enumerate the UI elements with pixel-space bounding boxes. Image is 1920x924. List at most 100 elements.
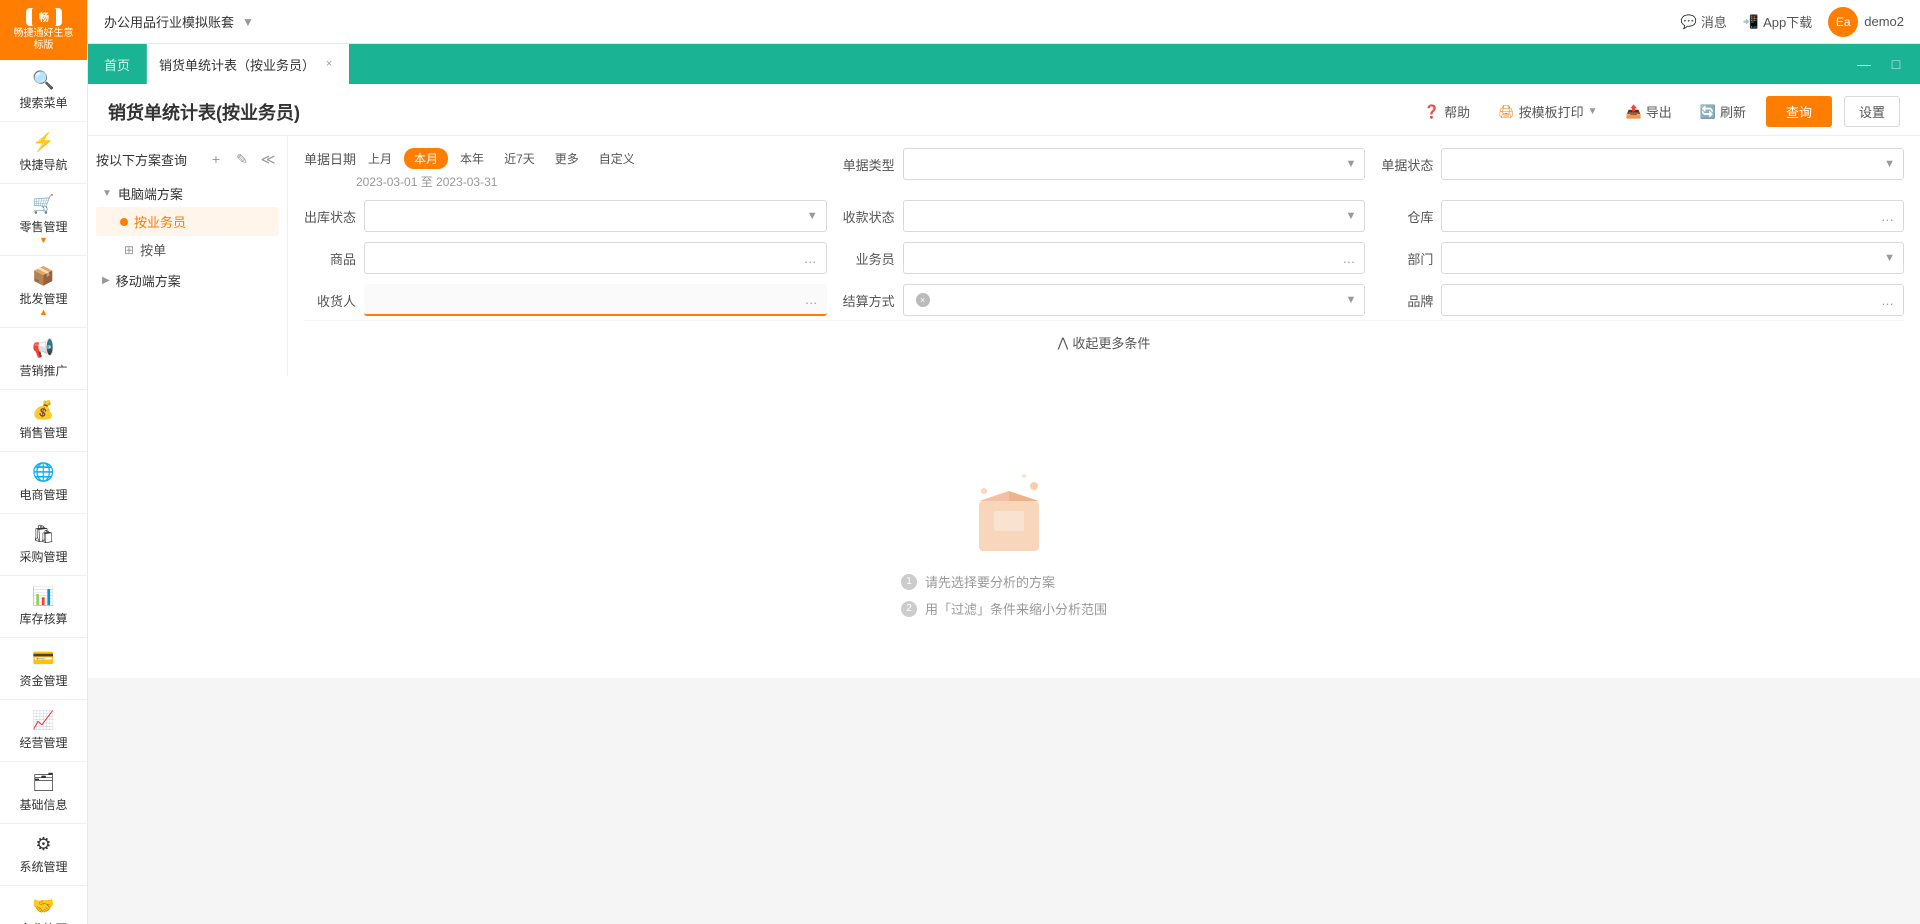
consignee-dots: … (805, 292, 819, 307)
doc-type-row: 单据类型 ▼ (843, 148, 1366, 180)
warehouse-select[interactable]: … (1441, 200, 1904, 232)
date-tab-custom[interactable]: 自定义 (591, 148, 643, 169)
warehouse-row: 仓库 … (1381, 200, 1904, 232)
department-arrow: ▼ (1884, 252, 1895, 264)
page-title-bar: 销货单统计表(按业务员) ❓ 帮助 🖨 按模板打印 ▼ 📤 导出 (88, 84, 1920, 136)
page-actions: ❓ 帮助 🖨 按模板打印 ▼ 📤 导出 🔄 刷新 (1416, 96, 1900, 127)
empty-state: 1 请先选择要分析的方案 2 用「过滤」条件来缩小分析范围 (88, 376, 1920, 678)
page-content: 销货单统计表(按业务员) ❓ 帮助 🖨 按模板打印 ▼ 📤 导出 (88, 84, 1920, 924)
out-status-arrow: ▼ (807, 210, 818, 222)
department-select[interactable]: ▼ (1441, 242, 1904, 274)
edit-scheme-button[interactable]: ✎ (231, 148, 253, 170)
sidebar-item-marketing[interactable]: 📢 营销推广 (0, 328, 87, 390)
left-panel: 按以下方案查询 + ✎ ≪ ▼ 电脑端方案 (88, 136, 288, 376)
avatar: Ea (1828, 7, 1858, 37)
receipt-status-arrow: ▼ (1345, 210, 1356, 222)
system-icon: ⚙ (35, 834, 51, 855)
tab-maximize-button[interactable]: □ (1884, 52, 1908, 76)
sidebar-item-wholesale[interactable]: 📦 批发管理 ▲ (0, 256, 87, 328)
scheme-item-salesperson[interactable]: 按业务员 (96, 207, 279, 236)
print-label: 按模板打印 (1519, 102, 1584, 121)
tab-home[interactable]: 首页 (88, 44, 147, 84)
out-status-select[interactable]: ▼ (364, 200, 827, 232)
sidebar-item-system[interactable]: ⚙ 系统管理 (0, 824, 87, 886)
print-button[interactable]: 🖨 按模板打印 ▼ (1490, 98, 1605, 125)
settlement-label: 结算方式 (843, 291, 895, 310)
goods-row: 商品 … (304, 242, 827, 274)
goods-select[interactable]: … (364, 242, 827, 274)
collapse-up-icon: ⋀ (1058, 335, 1069, 351)
sidebar-item-purchase[interactable]: 🛍 采购管理 (0, 514, 87, 576)
help-label: 帮助 (1444, 102, 1470, 121)
receipt-status-select[interactable]: ▼ (903, 200, 1366, 232)
settlement-arrow: ▼ (1345, 294, 1356, 306)
marketing-icon: 📢 (32, 338, 54, 359)
date-tab-more[interactable]: 更多 (547, 148, 587, 169)
filter-row-2: 出库状态 ▼ 收款状态 ▼ 仓库 (304, 200, 1904, 232)
empty-tips: 1 请先选择要分析的方案 2 用「过滤」条件来缩小分析范围 (901, 572, 1107, 618)
date-filter-cell: 单据日期 上月 本月 本年 近7天 更多 自定义 2023 (304, 148, 827, 190)
doc-status-select[interactable]: ▼ (1441, 148, 1904, 180)
date-tab-thisyear[interactable]: 本年 (452, 148, 492, 169)
desktop-group-label[interactable]: ▼ 电脑端方案 (96, 180, 279, 207)
date-tab-thismonth[interactable]: 本月 (404, 148, 448, 169)
consignee-input[interactable]: … (364, 284, 827, 316)
date-tab-7days[interactable]: 近7天 (496, 148, 543, 169)
collapse-button[interactable]: ⋀ 收起更多条件 (1046, 329, 1163, 356)
desktop-group-text: 电脑端方案 (118, 184, 183, 203)
collapse-panel-button[interactable]: ≪ (257, 148, 279, 170)
brand-select[interactable]: … (1441, 284, 1904, 316)
setting-button[interactable]: 设置 (1844, 96, 1900, 127)
export-button[interactable]: 📤 导出 (1618, 98, 1680, 125)
app-download-button[interactable]: 📲 App下载 (1743, 12, 1812, 31)
date-label: 单据日期 (304, 149, 356, 168)
sidebar-item-inventory[interactable]: 📊 库存核算 (0, 576, 87, 638)
doc-type-label: 单据类型 (843, 155, 895, 174)
doc-status-row: 单据状态 ▼ (1381, 148, 1904, 180)
date-tab-lastmonth[interactable]: 上月 (360, 148, 400, 169)
sidebar-item-ecommerce[interactable]: 🌐 电商管理 (0, 452, 87, 514)
goods-label: 商品 (304, 249, 356, 268)
mobile-group-label[interactable]: ▶ 移动端方案 (96, 267, 279, 294)
sidebar-item-quicknav[interactable]: ⚡ 快捷导航 (0, 122, 87, 184)
tab-close-button[interactable]: × (321, 56, 337, 72)
basic-icon: 🗂 (32, 772, 55, 793)
salesperson-select[interactable]: … (903, 242, 1366, 274)
print-dropdown-icon[interactable]: ▼ (1588, 106, 1598, 117)
message-button[interactable]: 💬 消息 (1681, 12, 1727, 31)
department-label: 部门 (1381, 249, 1433, 268)
scheme-sub-order[interactable]: ⊞ 按单 (96, 236, 279, 263)
sidebar-item-retail[interactable]: 🛒 零售管理 ▼ (0, 184, 87, 256)
sub-icon: ⊞ (124, 243, 134, 257)
doc-type-select[interactable]: ▼ (903, 148, 1366, 180)
settlement-select[interactable]: × ▼ (903, 284, 1366, 316)
tab-active[interactable]: 销货单统计表（按业务员） × (147, 44, 349, 84)
sidebar-item-sales[interactable]: 💰 销售管理 (0, 390, 87, 452)
sidebar-item-enterprise[interactable]: 🤝 企业协同 (0, 886, 87, 924)
settlement-clear-button[interactable]: × (916, 293, 930, 307)
message-icon: 💬 (1681, 14, 1697, 30)
help-button[interactable]: ❓ 帮助 (1416, 98, 1478, 125)
refresh-label: 刷新 (1720, 102, 1746, 121)
sidebar-item-finance[interactable]: 💳 资金管理 (0, 638, 87, 700)
scheme-sub-order-label: 按单 (140, 240, 166, 259)
consignee-row: 收货人 … (304, 284, 827, 316)
date-tabs: 上月 本月 本年 近7天 更多 自定义 (360, 148, 643, 169)
filter-row-1: 单据日期 上月 本月 本年 近7天 更多 自定义 2023 (304, 148, 1904, 190)
header-right: 💬 消息 📲 App下载 Ea demo2 (1681, 7, 1904, 37)
empty-icon (954, 456, 1054, 556)
filter-row-4: 收货人 … 结算方式 × ▼ (304, 284, 1904, 316)
refresh-button[interactable]: 🔄 刷新 (1692, 98, 1754, 125)
query-button[interactable]: 查询 (1766, 96, 1832, 127)
page-inner: 销货单统计表(按业务员) ❓ 帮助 🖨 按模板打印 ▼ 📤 导出 (88, 84, 1920, 678)
sidebar-item-basic[interactable]: 🗂 基础信息 (0, 762, 87, 824)
add-scheme-button[interactable]: + (205, 148, 227, 170)
breadcrumb-arrow[interactable]: ▼ (242, 15, 254, 29)
sidebar-item-operations[interactable]: 📈 经营管理 (0, 700, 87, 762)
app-download-label: App下载 (1763, 12, 1812, 31)
operations-icon: 📈 (32, 710, 54, 731)
user-menu[interactable]: Ea demo2 (1828, 7, 1904, 37)
tab-minimize-button[interactable]: — (1852, 52, 1876, 76)
logo-text: 畅捷通好生意 标版 (14, 28, 74, 52)
sidebar-item-search[interactable]: 🔍 搜索菜单 (0, 60, 87, 122)
